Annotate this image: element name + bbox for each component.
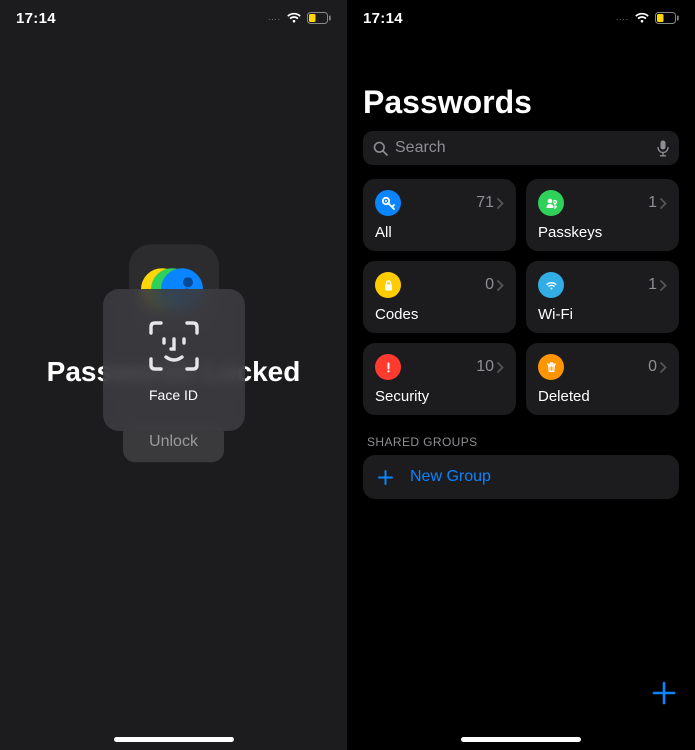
chevron-right-icon: [497, 280, 504, 291]
tile-codes[interactable]: 0 Codes: [363, 261, 516, 333]
tile-passkeys[interactable]: 1 Passkeys: [526, 179, 679, 251]
mic-icon[interactable]: [657, 140, 669, 157]
lock-screen: 17:14 ....: [0, 0, 347, 750]
lock-icon: [375, 272, 401, 298]
page-title: Passwords: [363, 84, 679, 121]
tile-label: Codes: [375, 306, 504, 323]
tile-label: Passkeys: [538, 224, 667, 241]
chevron-right-icon: [660, 362, 667, 373]
status-time: 17:14: [363, 10, 403, 27]
cellular-dots-icon: ....: [268, 13, 281, 22]
chevron-right-icon: [660, 198, 667, 209]
tile-count: 0: [648, 358, 657, 376]
tile-count: 1: [648, 194, 657, 212]
status-time: 17:14: [16, 10, 56, 27]
wifi-icon: [286, 12, 302, 24]
faceid-dialog: Face ID: [103, 289, 245, 431]
status-bar: 17:14 ....: [347, 0, 695, 36]
plus-icon: [377, 469, 394, 486]
faceid-icon: [145, 317, 203, 375]
tile-label: All: [375, 224, 504, 241]
tile-all[interactable]: 71 All: [363, 179, 516, 251]
shared-groups-header: SHARED GROUPS: [363, 435, 679, 449]
status-bar: 17:14 ....: [0, 0, 347, 36]
search-icon: [373, 141, 388, 156]
new-group-button[interactable]: New Group: [363, 455, 679, 499]
tile-wifi[interactable]: 1 Wi-Fi: [526, 261, 679, 333]
cellular-dots-icon: ....: [616, 13, 629, 22]
faceid-label: Face ID: [149, 387, 198, 403]
tile-count: 71: [476, 194, 494, 212]
alert-icon: [375, 354, 401, 380]
tile-deleted[interactable]: 0 Deleted: [526, 343, 679, 415]
tile-count: 0: [485, 276, 494, 294]
chevron-right-icon: [497, 198, 504, 209]
status-right: ....: [616, 12, 679, 24]
tile-count: 1: [648, 276, 657, 294]
battery-icon: [307, 12, 331, 24]
category-tiles: 71 All 1 Passkeys: [363, 179, 679, 415]
key-icon: [375, 190, 401, 216]
home-indicator[interactable]: [461, 737, 581, 742]
new-group-label: New Group: [410, 468, 491, 486]
tile-security[interactable]: 10 Security: [363, 343, 516, 415]
tile-label: Security: [375, 388, 504, 405]
trash-icon: [538, 354, 564, 380]
main-content: Passwords 71: [347, 60, 695, 750]
add-button[interactable]: [651, 680, 677, 706]
home-indicator[interactable]: [114, 737, 234, 742]
chevron-right-icon: [660, 280, 667, 291]
wifi-icon: [538, 272, 564, 298]
tile-label: Wi-Fi: [538, 306, 667, 323]
search-input[interactable]: [395, 139, 650, 157]
tile-label: Deleted: [538, 388, 667, 405]
passwords-screen: 17:14 .... Passwords: [347, 0, 695, 750]
search-bar[interactable]: [363, 131, 679, 165]
battery-icon: [655, 12, 679, 24]
wifi-icon: [634, 12, 650, 24]
chevron-right-icon: [497, 362, 504, 373]
status-right: ....: [268, 12, 331, 24]
tile-count: 10: [476, 358, 494, 376]
passkey-icon: [538, 190, 564, 216]
